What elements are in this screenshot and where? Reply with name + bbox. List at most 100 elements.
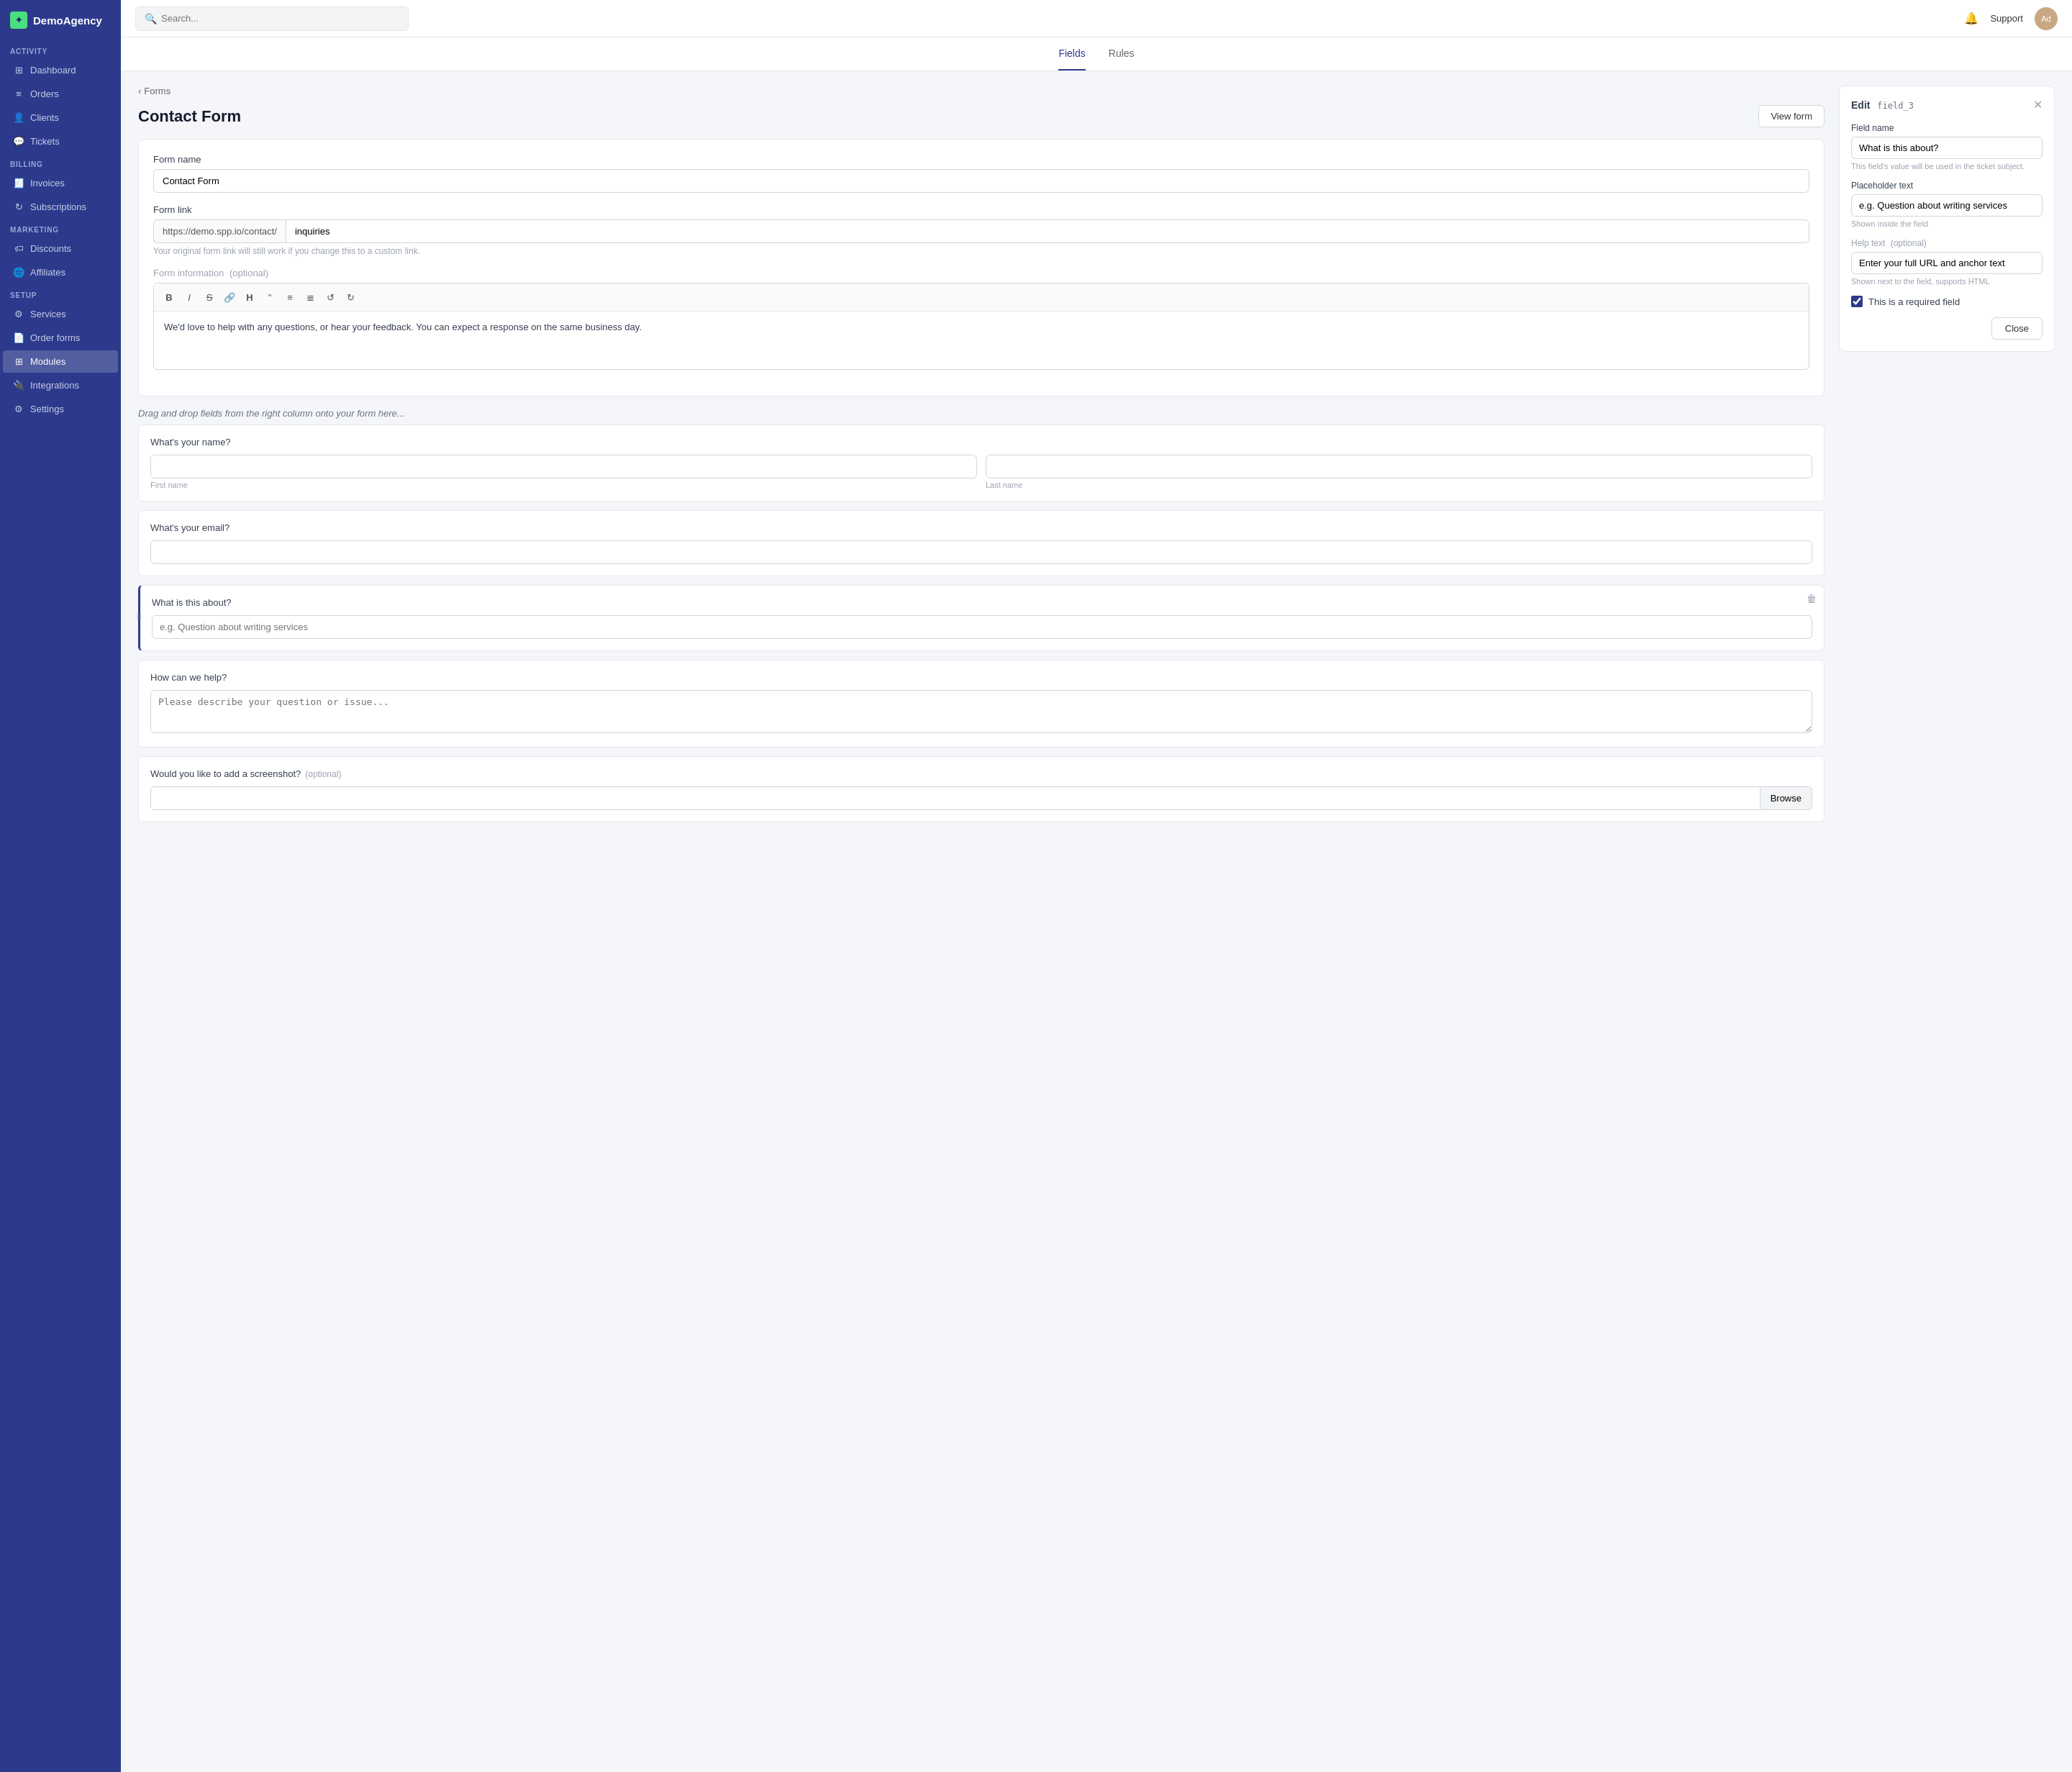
required-checkbox-label[interactable]: This is a required field xyxy=(1868,296,1960,307)
field-block-help: How can we help? xyxy=(138,660,1825,748)
tab-rules[interactable]: Rules xyxy=(1109,37,1135,71)
app-logo[interactable]: ✦ DemoAgency xyxy=(0,0,121,40)
affiliates-icon: 🌐 xyxy=(13,267,24,278)
help-text-edit-hint: Shown next to the field, supports HTML xyxy=(1851,277,2043,286)
email-input[interactable] xyxy=(150,540,1812,564)
breadcrumb[interactable]: ‹ Forms xyxy=(138,86,1825,96)
search-icon: 🔍 xyxy=(145,13,157,24)
placeholder-edit-input[interactable] xyxy=(1851,194,2043,217)
placeholder-edit-group: Placeholder text Shown inside the field xyxy=(1851,181,2043,228)
billing-section-label: BILLING xyxy=(0,153,121,171)
link-button[interactable]: 🔗 xyxy=(220,288,239,306)
italic-button[interactable]: I xyxy=(180,288,199,306)
field-screenshot-label: Would you like to add a screenshot? (opt… xyxy=(150,768,1812,779)
about-input[interactable] xyxy=(152,615,1812,639)
placeholder-edit-label: Placeholder text xyxy=(1851,181,2043,191)
close-button[interactable]: Close xyxy=(1991,317,2043,340)
help-text-edit-label: Help text (optional) xyxy=(1851,238,2043,248)
sidebar-item-order-forms[interactable]: 📄 Order forms xyxy=(3,327,118,349)
sidebar-item-services[interactable]: ⚙ Services xyxy=(3,303,118,325)
sidebar-item-tickets[interactable]: 💬 Tickets xyxy=(3,130,118,153)
sidebar-item-label: Tickets xyxy=(30,136,60,147)
logo-icon: ✦ xyxy=(10,12,27,29)
sidebar-item-discounts[interactable]: 🏷 Discounts xyxy=(3,237,118,260)
form-link-prefix: https://demo.spp.io/contact/ xyxy=(153,219,286,243)
view-form-button[interactable]: View form xyxy=(1758,105,1825,127)
sidebar-item-label: Subscriptions xyxy=(30,201,86,212)
orders-icon: ≡ xyxy=(13,88,24,99)
sidebar-item-label: Discounts xyxy=(30,243,71,254)
rich-toolbar: B I S 🔗 H " ≡ ≣ ↺ ↻ xyxy=(154,283,1809,312)
tabs-bar: Fields Rules xyxy=(121,37,2072,71)
main-area: 🔍 🔔 Support Ad Fields Rules ‹ Forms xyxy=(121,0,2072,1772)
tickets-icon: 💬 xyxy=(13,136,24,147)
topnav-right: 🔔 Support Ad xyxy=(1964,7,2058,30)
drag-handle-icon[interactable]: ⠿ xyxy=(136,613,142,623)
sidebar-item-label: Settings xyxy=(30,404,64,414)
sidebar-item-label: Invoices xyxy=(30,178,65,188)
form-name-input[interactable] xyxy=(153,169,1809,193)
undo-button[interactable]: ↺ xyxy=(321,288,340,306)
first-name-sub-label: First name xyxy=(150,481,977,489)
search-input[interactable] xyxy=(161,13,399,24)
sidebar-item-subscriptions[interactable]: ↻ Subscriptions xyxy=(3,196,118,218)
bold-button[interactable]: B xyxy=(160,288,178,306)
ordered-list-button[interactable]: ≣ xyxy=(301,288,319,306)
required-checkbox[interactable] xyxy=(1851,296,1863,307)
marketing-section-label: MARKETING xyxy=(0,219,121,237)
browse-button[interactable]: Browse xyxy=(1760,786,1812,810)
heading-button[interactable]: H xyxy=(240,288,259,306)
sidebar-item-orders[interactable]: ≡ Orders xyxy=(3,83,118,105)
redo-button[interactable]: ↻ xyxy=(341,288,360,306)
edit-panel-footer: Close xyxy=(1851,317,2043,340)
sidebar-item-settings[interactable]: ⚙ Settings xyxy=(3,398,118,420)
integrations-icon: 🔌 xyxy=(13,380,24,391)
sidebar-item-integrations[interactable]: 🔌 Integrations xyxy=(3,374,118,396)
sidebar-item-invoices[interactable]: 🧾 Invoices xyxy=(3,172,118,194)
top-nav: 🔍 🔔 Support Ad xyxy=(121,0,2072,37)
form-link-group: Form link https://demo.spp.io/contact/ Y… xyxy=(153,204,1809,256)
quote-button[interactable]: " xyxy=(260,288,279,306)
form-info-label: Form information (optional) xyxy=(153,268,1809,278)
support-link[interactable]: Support xyxy=(1990,13,2023,24)
sidebar-item-label: Orders xyxy=(30,88,59,99)
strikethrough-button[interactable]: S xyxy=(200,288,219,306)
sidebar-item-modules[interactable]: ⊞ Modules xyxy=(3,350,118,373)
drag-hint: Drag and drop fields from the right colu… xyxy=(138,408,1825,419)
edit-panel-close-button[interactable]: ✕ xyxy=(2033,98,2043,112)
help-textarea[interactable] xyxy=(150,690,1812,733)
avatar[interactable]: Ad xyxy=(2035,7,2058,30)
rich-content[interactable]: We'd love to help with any questions, or… xyxy=(154,312,1809,369)
sidebar-item-clients[interactable]: 👤 Clients xyxy=(3,106,118,129)
first-name-input[interactable] xyxy=(150,455,977,478)
field-about-label: What is this about? xyxy=(152,597,1812,608)
last-name-input[interactable] xyxy=(986,455,1812,478)
edit-panel-title-group: Edit field_3 xyxy=(1851,99,1914,111)
right-panel: Edit field_3 ✕ Field name This field's v… xyxy=(1839,86,2055,1758)
services-icon: ⚙ xyxy=(13,309,24,319)
sidebar-item-affiliates[interactable]: 🌐 Affiliates xyxy=(3,261,118,283)
field-block-about: ⠿ 🗑 What is this about? xyxy=(138,585,1825,651)
delete-field-button[interactable]: 🗑 xyxy=(1807,593,1817,604)
sidebar-item-dashboard[interactable]: ⊞ Dashboard xyxy=(3,59,118,81)
file-input-display xyxy=(150,786,1760,810)
edit-panel-header: Edit field_3 ✕ xyxy=(1851,98,2043,112)
field-name-label: What's your name? xyxy=(150,437,1812,447)
field-email-label: What's your email? xyxy=(150,522,1812,533)
invoices-icon: 🧾 xyxy=(13,178,24,188)
field-name-edit-group: Field name This field's value will be us… xyxy=(1851,123,2043,171)
form-link-row: https://demo.spp.io/contact/ xyxy=(153,219,1809,243)
field-name-edit-label: Field name xyxy=(1851,123,2043,133)
tab-fields[interactable]: Fields xyxy=(1058,37,1085,71)
notifications-icon[interactable]: 🔔 xyxy=(1964,12,1978,25)
settings-icon: ⚙ xyxy=(13,404,24,414)
activity-section-label: ACTIVITY xyxy=(0,40,121,58)
clients-icon: 👤 xyxy=(13,112,24,123)
page-header: Contact Form View form xyxy=(138,105,1825,127)
field-last-name-col: Last name xyxy=(986,455,1812,489)
form-link-input[interactable] xyxy=(286,219,1809,243)
bullet-list-button[interactable]: ≡ xyxy=(281,288,299,306)
help-text-edit-input[interactable] xyxy=(1851,252,2043,274)
field-name-edit-input[interactable] xyxy=(1851,137,2043,159)
search-bar[interactable]: 🔍 xyxy=(135,6,409,31)
